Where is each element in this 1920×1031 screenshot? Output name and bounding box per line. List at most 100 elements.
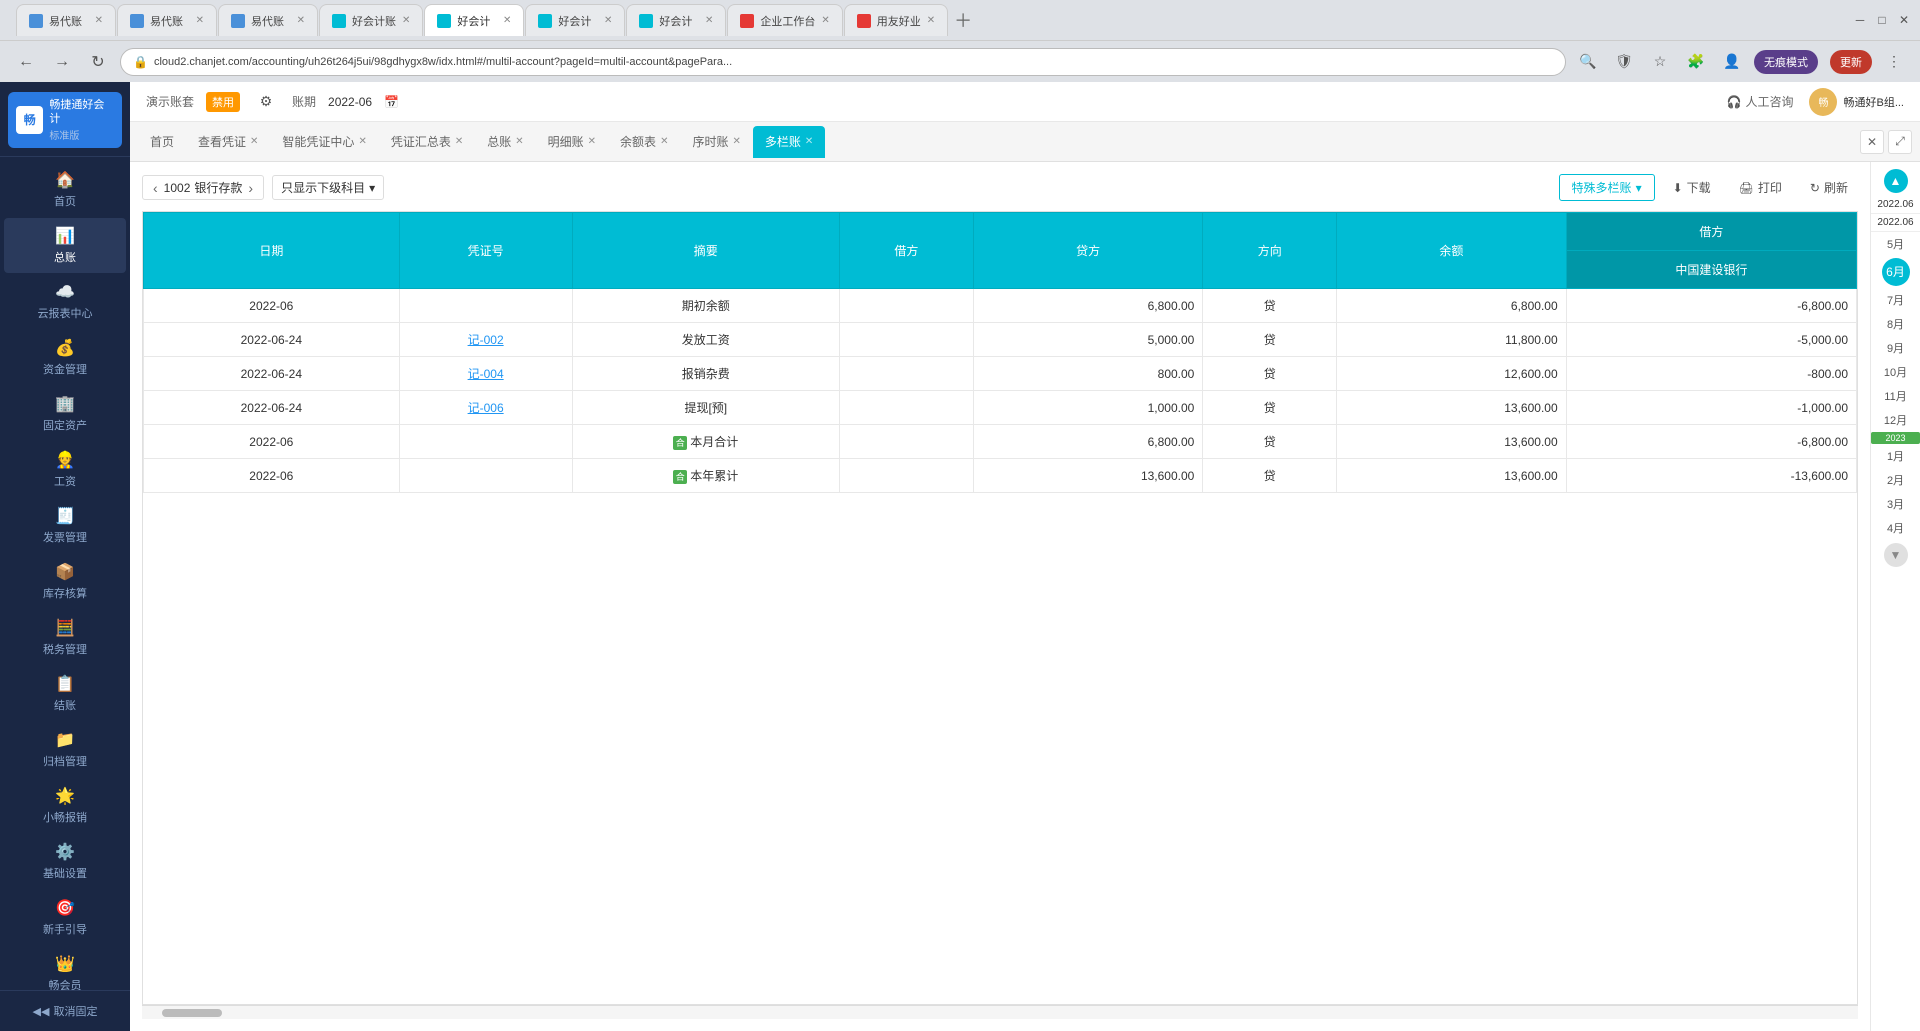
update-button[interactable]: 更新 <box>1830 50 1872 74</box>
extensions-icon[interactable]: 🧩 <box>1682 48 1710 76</box>
tab-sequence[interactable]: 序时账 ✕ <box>680 126 752 158</box>
tab-view-voucher[interactable]: 查看凭证 ✕ <box>186 126 270 158</box>
tab-close-icon[interactable]: ✕ <box>805 136 813 147</box>
tab-好会计-2[interactable]: 好会计 ✕ <box>525 4 625 36</box>
next-account-button[interactable]: › <box>246 180 255 196</box>
search-icon[interactable]: 🔍 <box>1574 48 1602 76</box>
tab-close-icon[interactable]: ✕ <box>455 136 463 147</box>
user-badge[interactable]: 畅 畅通好B组... <box>1809 88 1904 116</box>
incognito-mode-button[interactable]: 无痕模式 <box>1754 50 1818 74</box>
sidebar-item-payroll[interactable]: 👷 工资 <box>4 442 126 497</box>
sub-account-filter[interactable]: 只显示下级科目 ▾ <box>272 175 384 200</box>
sidebar-item-inventory[interactable]: 📦 库存核算 <box>4 554 126 609</box>
menu-icon[interactable]: ⋮ <box>1880 48 1908 76</box>
tab-易代账-1[interactable]: 易代账 ✕ <box>16 4 116 36</box>
tab-close-icon[interactable]: ✕ <box>402 15 410 26</box>
reload-button[interactable]: ↻ <box>84 48 112 76</box>
date-scroll-up-button[interactable]: ▲ <box>1884 169 1908 193</box>
tab-close-icon[interactable]: ✕ <box>358 136 366 147</box>
cell-voucher[interactable]: 记-006 <box>399 391 572 425</box>
scrollbar-thumb[interactable] <box>162 1009 222 1017</box>
date-month-9[interactable]: 9月 <box>1871 336 1920 360</box>
date-month-2[interactable]: 2月 <box>1871 468 1920 492</box>
date-month-6-active[interactable]: 6月 <box>1882 258 1910 286</box>
cell-voucher[interactable]: 记-004 <box>399 357 572 391</box>
date-month-5[interactable]: 5月 <box>1871 232 1920 256</box>
tab-close-icon[interactable]: ✕ <box>732 136 740 147</box>
sidebar-item-closing[interactable]: 📋 结账 <box>4 666 126 721</box>
date-month-7[interactable]: 7月 <box>1871 288 1920 312</box>
sidebar-item-report[interactable]: ☁️ 云报表中心 <box>4 274 126 329</box>
tab-home[interactable]: 首页 <box>138 126 186 158</box>
sidebar-item-membership[interactable]: 👑 畅会员 <box>4 946 126 990</box>
tab-好会计-3[interactable]: 好会计 ✕ <box>626 4 726 36</box>
tab-multi-column[interactable]: 多栏账 ✕ <box>753 126 825 158</box>
sidebar-item-fixed-assets[interactable]: 🏢 固定资产 <box>4 386 126 441</box>
tab-易代账-3[interactable]: 易代账 ✕ <box>218 4 318 36</box>
tab-close-icon[interactable]: ✕ <box>250 136 258 147</box>
tab-close-icon[interactable]: ✕ <box>705 15 713 26</box>
tab-smart-voucher[interactable]: 智能凭证中心 ✕ <box>270 126 378 158</box>
horizontal-scrollbar[interactable] <box>142 1005 1858 1019</box>
shield-icon[interactable]: 🛡 <box>1610 48 1638 76</box>
tab-detail-ledger[interactable]: 明细账 ✕ <box>536 126 608 158</box>
maximize-button[interactable]: □ <box>1874 12 1890 28</box>
settings-gear-icon[interactable]: ⚙ <box>252 88 280 116</box>
tab-voucher-summary[interactable]: 凭证汇总表 ✕ <box>379 126 475 158</box>
sidebar-item-ledger[interactable]: 📊 总账 <box>4 218 126 273</box>
sidebar-item-expense[interactable]: 🌟 小畅报销 <box>4 778 126 833</box>
close-window-button[interactable]: ✕ <box>1896 12 1912 28</box>
tab-close-icon[interactable]: ✕ <box>196 15 204 26</box>
date-month-1[interactable]: 1月 <box>1871 444 1920 468</box>
sidebar-item-home[interactable]: 🏠 首页 <box>4 162 126 217</box>
date-month-11[interactable]: 11月 <box>1871 384 1920 408</box>
tab-用友好业[interactable]: 用友好业 ✕ <box>844 4 948 36</box>
cell-voucher[interactable]: 记-002 <box>399 323 572 357</box>
tab-balance[interactable]: 余额表 ✕ <box>608 126 680 158</box>
calendar-icon[interactable]: 📅 <box>384 95 399 109</box>
tab-general-ledger[interactable]: 总账 ✕ <box>475 126 535 158</box>
back-button[interactable]: ← <box>12 48 40 76</box>
address-bar[interactable]: 🔒 cloud2.chanjet.com/accounting/uh26t264… <box>120 48 1566 76</box>
tab-close-icon[interactable]: ✕ <box>297 15 305 26</box>
special-multicolumn-button[interactable]: 特殊多栏账 ▾ <box>1559 174 1655 201</box>
sidebar-item-funds[interactable]: 💰 资金管理 <box>4 330 126 385</box>
print-button[interactable]: 🖨 打印 <box>1729 175 1792 200</box>
collapse-left-button[interactable]: ✕ <box>1860 130 1884 154</box>
tab-close-icon[interactable]: ✕ <box>604 15 612 26</box>
star-icon[interactable]: ☆ <box>1646 48 1674 76</box>
date-month-3[interactable]: 3月 <box>1871 492 1920 516</box>
date-month-10[interactable]: 10月 <box>1871 360 1920 384</box>
tab-易代账-2[interactable]: 易代账 ✕ <box>117 4 217 36</box>
new-tab-button[interactable]: ＋ <box>949 6 977 34</box>
download-button[interactable]: ⬇ 下载 <box>1663 175 1721 200</box>
tab-好会计账[interactable]: 好会计账 ✕ <box>319 4 423 36</box>
sidebar-item-archive[interactable]: 📁 归档管理 <box>4 722 126 777</box>
tab-close-icon[interactable]: ✕ <box>660 136 668 147</box>
consult-button[interactable]: 🎧 人工咨询 <box>1727 93 1794 110</box>
print-icon: 🖨 <box>1739 181 1754 195</box>
tab-close-icon[interactable]: ✕ <box>588 136 596 147</box>
tab-close-icon[interactable]: ✕ <box>927 15 935 26</box>
collapse-right-button[interactable]: ⤢ <box>1888 130 1912 154</box>
unpin-button[interactable]: ◀◀ 取消固定 <box>4 999 126 1023</box>
sidebar-item-settings[interactable]: ⚙️ 基础设置 <box>4 834 126 889</box>
date-scroll-down-button[interactable]: ▼ <box>1884 543 1908 567</box>
forward-button[interactable]: → <box>48 48 76 76</box>
refresh-button[interactable]: ↻ 刷新 <box>1800 175 1858 200</box>
tab-close-icon[interactable]: ✕ <box>503 15 511 26</box>
tab-企业工作台[interactable]: 企业工作台 ✕ <box>727 4 842 36</box>
profile-icon[interactable]: 👤 <box>1718 48 1746 76</box>
prev-account-button[interactable]: ‹ <box>151 180 160 196</box>
tab-close-icon[interactable]: ✕ <box>515 136 523 147</box>
tab-close-icon[interactable]: ✕ <box>95 15 103 26</box>
tab-好会计-active[interactable]: 好会计 ✕ <box>424 4 524 36</box>
minimize-button[interactable]: ─ <box>1852 12 1868 28</box>
date-month-12[interactable]: 12月 <box>1871 408 1920 432</box>
date-month-8[interactable]: 8月 <box>1871 312 1920 336</box>
sidebar-item-guide[interactable]: 🎯 新手引导 <box>4 890 126 945</box>
sidebar-item-tax[interactable]: 🧮 税务管理 <box>4 610 126 665</box>
date-month-4[interactable]: 4月 <box>1871 516 1920 540</box>
tab-close-icon[interactable]: ✕ <box>821 15 829 26</box>
sidebar-item-invoice[interactable]: 🧾 发票管理 <box>4 498 126 553</box>
